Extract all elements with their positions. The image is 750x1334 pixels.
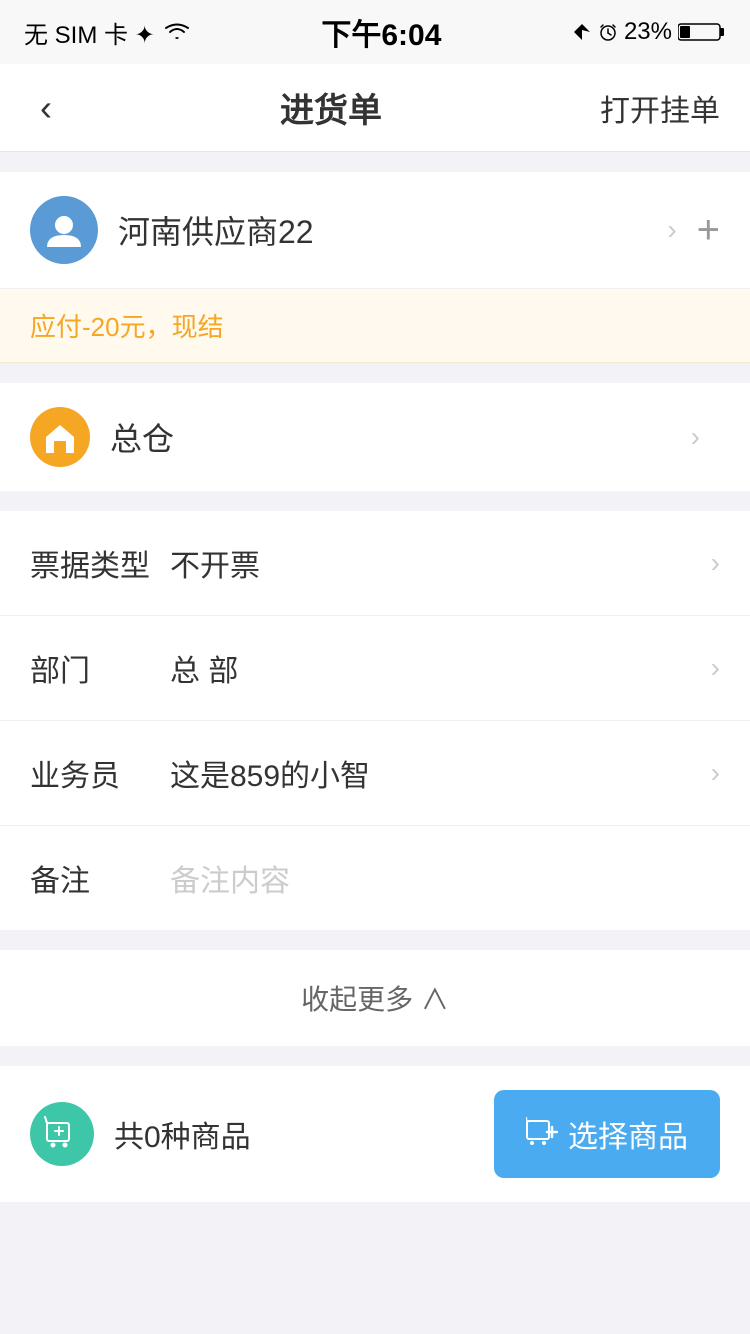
supplier-row[interactable]: 河南供应商22 › + xyxy=(0,172,750,289)
battery-text: 23% xyxy=(624,18,672,46)
house-icon xyxy=(42,419,78,455)
select-btn-label: 选择商品 xyxy=(568,1112,688,1156)
invoice-chevron-icon: › xyxy=(711,547,720,579)
select-product-button[interactable]: 选择商品 xyxy=(494,1090,720,1178)
supplier-chevron-icon: › xyxy=(667,214,676,246)
collapse-text: 收起更多 ∧ xyxy=(301,978,449,1018)
status-time: 下午6:04 xyxy=(321,10,441,54)
product-bar: 共0种商品 选择商品 xyxy=(0,1066,750,1202)
battery-icon xyxy=(678,21,726,43)
supplier-name: 河南供应商22 xyxy=(118,207,667,253)
dept-row[interactable]: 部门 总 部 › xyxy=(0,616,750,721)
warehouse-row[interactable]: 总仓 › xyxy=(0,383,750,491)
alarm-icon xyxy=(598,22,618,42)
product-count: 共0种商品 xyxy=(114,1112,494,1156)
nav-bar: ‹ 进货单 打开挂单 xyxy=(0,64,750,152)
sim-text: 无 SIM 卡 ✦ xyxy=(24,15,155,50)
dept-chevron-icon: › xyxy=(711,652,720,684)
status-bar: 无 SIM 卡 ✦ 下午6:04 23% xyxy=(0,0,750,64)
user-icon xyxy=(43,209,85,251)
product-icon-bg xyxy=(30,1102,94,1166)
salesperson-chevron-icon: › xyxy=(711,757,720,789)
dept-value: 总 部 xyxy=(150,646,711,690)
invoice-label: 票据类型 xyxy=(30,541,150,585)
status-left: 无 SIM 卡 ✦ xyxy=(24,15,191,50)
warehouse-name: 总仓 xyxy=(110,414,691,460)
note-placeholder[interactable]: 备注内容 xyxy=(150,856,720,900)
supplier-avatar xyxy=(30,196,98,264)
select-icon xyxy=(526,1117,558,1145)
invoice-row[interactable]: 票据类型 不开票 › xyxy=(0,511,750,616)
back-button[interactable]: ‹ xyxy=(30,77,62,139)
notice-text: 应付-20元，现结 xyxy=(30,312,224,342)
salesperson-row[interactable]: 业务员 这是859的小智 › xyxy=(0,721,750,826)
warehouse-section: 总仓 › xyxy=(0,383,750,491)
collapse-row[interactable]: 收起更多 ∧ xyxy=(0,950,750,1046)
page-title: 进货单 xyxy=(280,83,382,132)
salesperson-label: 业务员 xyxy=(30,751,150,795)
open-pending-button[interactable]: 打开挂单 xyxy=(600,86,720,130)
note-label: 备注 xyxy=(30,856,150,900)
note-row[interactable]: 备注 备注内容 xyxy=(0,826,750,930)
select-btn-icon xyxy=(526,1117,558,1152)
add-button[interactable]: + xyxy=(697,208,720,253)
warehouse-icon-bg xyxy=(30,407,90,467)
dept-label: 部门 xyxy=(30,646,150,690)
form-section: 票据类型 不开票 › 部门 总 部 › 业务员 这是859的小智 › 备注 备注… xyxy=(0,511,750,930)
status-right: 23% xyxy=(572,18,726,46)
cart-icon xyxy=(43,1115,81,1153)
wifi-icon xyxy=(163,22,191,42)
warehouse-chevron-icon: › xyxy=(691,421,700,453)
salesperson-value: 这是859的小智 xyxy=(150,751,711,795)
section-gap-1 xyxy=(0,152,750,172)
location-icon xyxy=(572,22,592,42)
supplier-section: 河南供应商22 › + 应付-20元，现结 xyxy=(0,172,750,363)
notice-row: 应付-20元，现结 xyxy=(0,289,750,363)
invoice-value: 不开票 xyxy=(150,541,711,585)
